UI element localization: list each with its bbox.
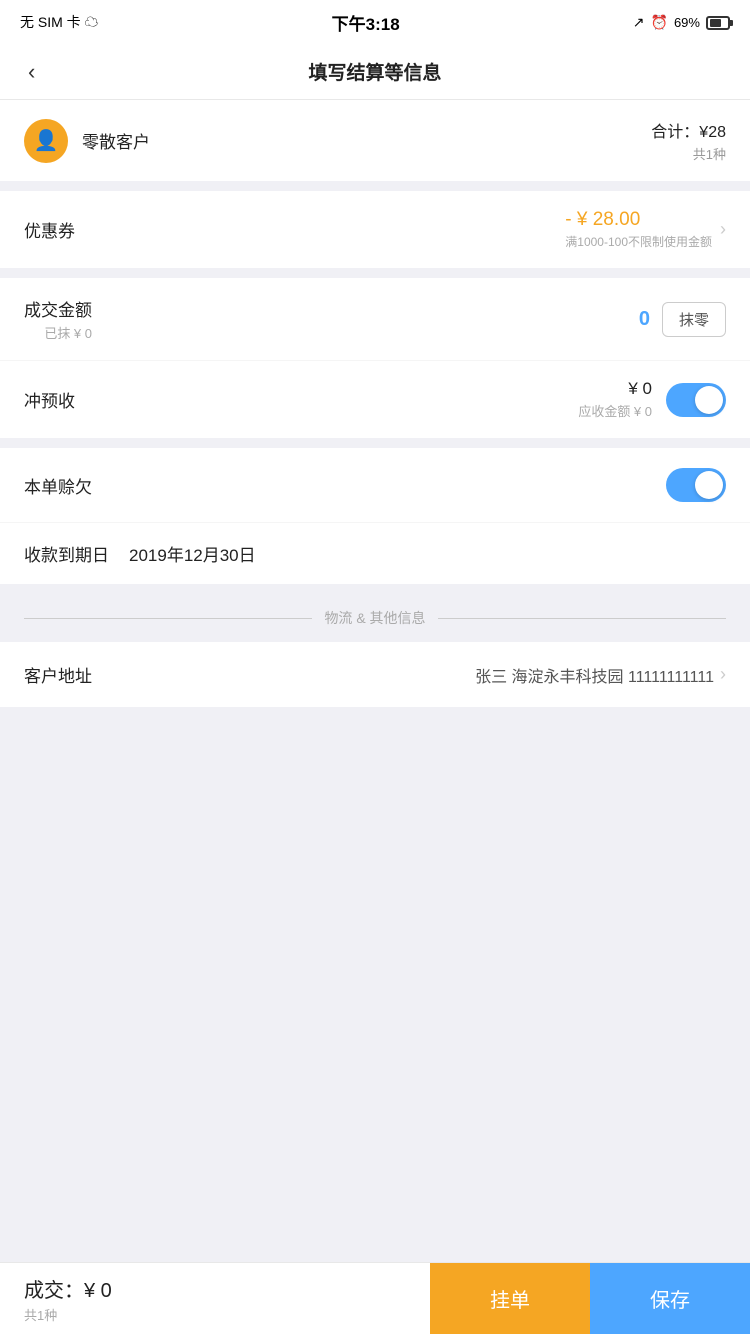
divider-line-left [24,618,312,619]
battery-icon [706,15,730,30]
duedate-value: 2019年12月30日 [129,541,256,566]
empty-space [0,707,750,907]
logistics-label: 物流 & 其他信息 [324,608,425,628]
address-right: 张三 海淀永丰科技园 11111111111 › [475,663,726,687]
coupon-amount: - ¥ 28.00 [565,209,712,231]
customer-section: 👤 零散客户 合计：¥28 共1种 [0,100,750,181]
customer-name: 零散客户 [82,128,150,153]
customer-count: 共1种 [651,144,726,163]
page-title: 填写结算等信息 [308,58,441,85]
bottom-count: 共1种 [24,1305,406,1324]
address-label: 客户地址 [24,662,92,687]
status-time: 下午3:18 [332,10,400,35]
coupon-section[interactable]: 优惠券 - ¥ 28.00 满1000-100不限制使用金额 › [0,191,750,268]
chevron-right-icon: › [720,219,726,240]
bottom-deal-prefix: 成交： [24,1280,84,1302]
toggle-knob [695,386,723,414]
owe-toggle[interactable] [666,468,726,502]
owe-toggle-knob [695,471,723,499]
address-row[interactable]: 客户地址 张三 海淀永丰科技园 11111111111 › [0,642,750,707]
customer-right: 合计：¥28 共1种 [651,118,726,163]
hold-button[interactable]: 挂单 [430,1263,590,1334]
transaction-row: 成交金额 已抹 ¥ 0 0 抹零 [0,278,750,361]
location-icon: ↗ [633,14,645,31]
divider-line-right [438,618,726,619]
owe-row: 本单赊欠 [0,448,750,522]
round-button[interactable]: 抹零 [662,302,726,337]
owe-label: 本单赊欠 [24,473,92,498]
prepay-row: 冲预收 ¥ 0 应收金额 ¥ 0 [0,361,750,438]
customer-avatar: 👤 [24,119,68,163]
customer-left: 👤 零散客户 [24,119,150,163]
coupon-desc: 满1000-100不限制使用金额 [565,233,712,250]
status-left: 无 SIM 卡 ☁ [20,12,99,32]
bottom-bar: 成交：¥ 0 共1种 挂单 保存 [0,1262,750,1334]
transaction-label: 成交金额 [24,296,92,321]
prepay-right: ¥ 0 应收金额 ¥ 0 [578,379,652,420]
back-button[interactable]: ‹ [20,51,43,93]
owe-section: 本单赊欠 收款到期日 2019年12月30日 [0,448,750,584]
duedate-label: 收款到期日 [24,541,109,566]
logistics-divider: 物流 & 其他信息 [0,594,750,642]
receivable-label: 应收金额 ¥ 0 [578,401,652,420]
address-chevron-icon: › [720,664,726,685]
bottom-deal-value: ¥ 0 [84,1280,112,1302]
prepay-toggle[interactable] [666,383,726,417]
bottom-deal-row: 成交：¥ 0 [24,1274,406,1303]
prepay-amount: ¥ 0 [578,379,652,399]
sim-label: 无 SIM 卡 ☁ [20,12,99,32]
alarm-icon: ⏰ [651,14,668,31]
nav-bar: ‹ 填写结算等信息 [0,44,750,100]
status-bar: 无 SIM 卡 ☁ 下午3:18 ↗ ⏰ 69% [0,0,750,44]
already-rounded: 已抹 ¥ 0 [24,323,92,342]
save-button[interactable]: 保存 [590,1263,750,1334]
prepay-label: 冲预收 [24,387,75,412]
coupon-label: 优惠券 [24,217,75,242]
avatar-icon: 👤 [34,128,59,153]
middle-section: 成交金额 已抹 ¥ 0 0 抹零 冲预收 ¥ 0 应收金额 ¥ 0 [0,278,750,438]
transaction-value: 0 [639,308,650,331]
bottom-left: 成交：¥ 0 共1种 [0,1274,430,1324]
battery-label: 69% [674,15,700,30]
duedate-row: 收款到期日 2019年12月30日 [0,522,750,584]
status-right: ↗ ⏰ 69% [633,14,730,31]
address-section: 客户地址 张三 海淀永丰科技园 11111111111 › [0,642,750,707]
address-value: 张三 海淀永丰科技园 11111111111 [475,663,714,687]
customer-total: 合计：¥28 [651,118,726,142]
transaction-right: 0 抹零 [639,302,726,337]
